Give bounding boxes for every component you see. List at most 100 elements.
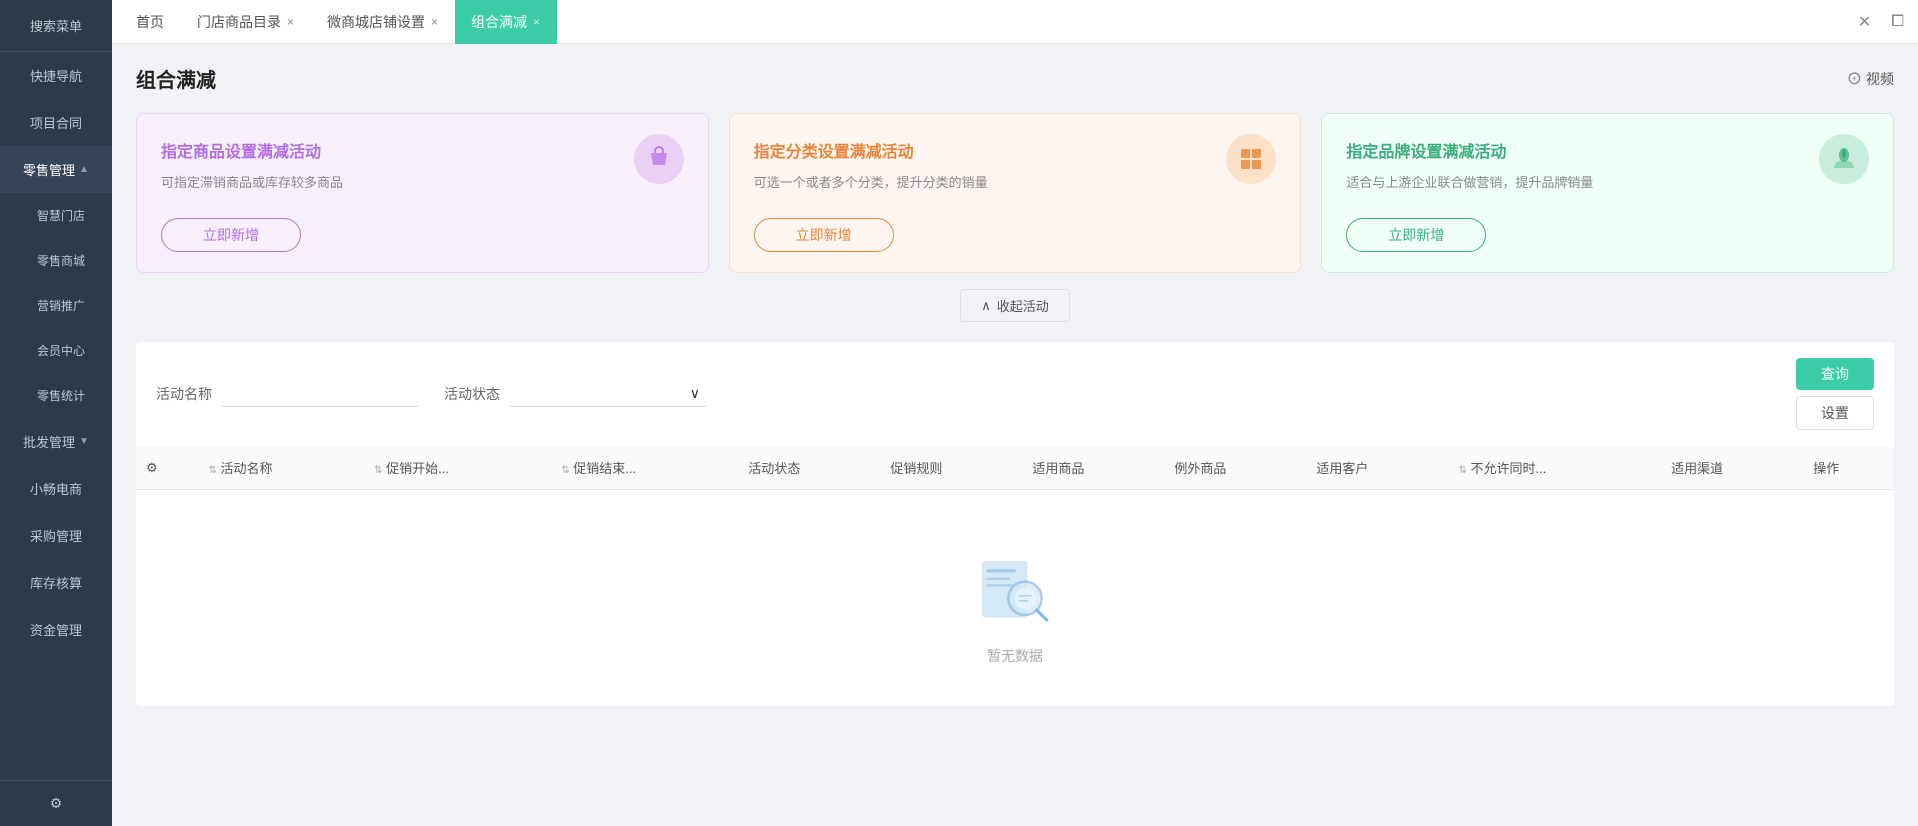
sidebar-item-purchase-mgmt[interactable]: 采购管理 [0,512,112,559]
sidebar-item-label: 智慧门店 [37,209,85,223]
tab-close-combo-discount[interactable]: × [533,15,540,29]
play-circle-icon: ⊙ [1847,68,1862,89]
category-card-title: 指定分类设置满减活动 [754,138,1277,162]
table-header-row: ⚙ ⇅ 活动名称 ⇅ 促销开始... ⇅ [136,446,1894,490]
sidebar-item-project-contract[interactable]: 项目合同 [0,99,112,146]
sidebar-item-label: 采购管理 [30,529,82,544]
tab-label: 组合满减 [471,12,527,32]
sidebar-item-label: 营销推广 [37,299,85,313]
th-applicable-customer: 适用客户 [1306,446,1448,490]
th-exception-goods: 例外商品 [1164,446,1306,490]
sidebar-item-label: 零售统计 [37,389,85,403]
sidebar-item-label: 资金管理 [30,623,82,638]
sort-icon: ⇅ [1458,465,1466,476]
sidebar-item-member-center[interactable]: 会员中心 [0,328,112,373]
filter-activity-status-label: 活动状态 [444,384,500,404]
page-content: 组合满减 ⊙ 视频 指定商品设置满减活动 可指定滞销商品或库存较多商品 立即新增 [112,44,1918,826]
filter-activity-name: 活动名称 [156,382,420,407]
maximize-window-button[interactable]: ⧠ [1885,13,1910,31]
tab-label: 门店商品目录 [197,12,281,32]
collapse-bar: ∧ 收起活动 [136,289,1894,322]
sidebar-search[interactable]: 搜索菜单 [0,0,112,52]
category-card-add-button[interactable]: 立即新增 [754,218,894,252]
th-promo-start[interactable]: ⇅ 促销开始... [364,446,551,490]
tab-close-store-catalog[interactable]: × [287,15,294,29]
th-promo-end[interactable]: ⇅ 促销结束... [551,446,738,490]
th-activity-name[interactable]: ⇅ 活动名称 [198,446,364,490]
sidebar-item-label: 会员中心 [37,344,85,358]
sidebar-item-quick-nav[interactable]: 快捷导航 [0,52,112,99]
sidebar-item-wholesale-mgmt[interactable]: 批发管理 ▼ [0,418,112,465]
category-card: 指定分类设置满减活动 可选一个或者多个分类，提升分类的销量 立即新增 [729,113,1302,273]
sidebar-item-label: 零售商城 [37,254,85,268]
filter-activity-status: 活动状态 ∨ [444,381,708,407]
activity-table: ⚙ ⇅ 活动名称 ⇅ 促销开始... ⇅ [136,446,1894,706]
video-link[interactable]: ⊙ 视频 [1847,68,1894,89]
sidebar-item-inventory[interactable]: 库存核算 [0,559,112,606]
gear-icon[interactable]: ⚙ [0,780,112,826]
empty-text: 暂无数据 [987,646,1043,666]
close-window-button[interactable]: ✕ [1852,12,1877,32]
tab-bar-actions: ✕ ⧠ [1852,12,1910,32]
sort-icon: ⇅ [561,465,569,476]
th-gear[interactable]: ⚙ [136,446,198,490]
sidebar-item-finance[interactable]: 资金管理 [0,606,112,653]
collapse-up-icon: ∧ [981,298,991,314]
brand-card: 指定品牌设置满减活动 适合与上游企业联合做营销，提升品牌销量 立即新增 [1321,113,1894,273]
brand-card-icon [1819,134,1869,184]
sidebar-item-retail-stats[interactable]: 零售统计 [0,373,112,418]
sidebar-item-retail-mall[interactable]: 零售商城 [0,238,112,283]
sort-icon: ⇅ [208,465,216,476]
brand-card-title: 指定品牌设置满减活动 [1346,138,1869,162]
chevron-down-icon: ▼ [79,436,89,447]
activity-name-input[interactable] [220,382,420,407]
sidebar-item-xiaochangec[interactable]: 小畅电商 [0,465,112,512]
filter-actions: 查询 设置 [1796,358,1874,430]
tab-close-wechat-store[interactable]: × [431,15,438,29]
sidebar-item-marketing[interactable]: 营销推广 [0,283,112,328]
product-card-icon [634,134,684,184]
sidebar-item-smart-store[interactable]: 智慧门店 [0,193,112,238]
category-card-desc: 可选一个或者多个分类，提升分类的销量 [754,172,1277,198]
page-title: 组合满减 [136,64,216,93]
gear-icon: ⚙ [146,460,158,475]
sidebar-bottom: ⚙ [0,780,112,826]
product-card-desc: 可指定滞销商品或库存较多商品 [161,172,684,198]
category-card-icon [1226,134,1276,184]
page-header: 组合满减 ⊙ 视频 [136,64,1894,93]
product-card-add-button[interactable]: 立即新增 [161,218,301,252]
setting-button[interactable]: 设置 [1796,396,1874,430]
th-activity-status: 活动状态 [738,446,880,490]
tab-wechat-store[interactable]: 微商城店铺设置 × [311,0,455,44]
th-not-allow-concurrent[interactable]: ⇅ 不允许同时... [1448,446,1661,490]
sort-icon: ⇅ [374,465,382,476]
table-body: 暂无数据 [136,490,1894,707]
sidebar-item-label: 项目合同 [30,116,82,131]
tab-home[interactable]: 首页 [120,0,181,44]
th-operations: 操作 [1803,446,1894,490]
filter-row: 活动名称 活动状态 ∨ 查询 设置 [136,342,1894,446]
sidebar: 搜索菜单 快捷导航 项目合同 零售管理 ▲ 智慧门店 零售商城 营销推广 会员中… [0,0,112,826]
query-button[interactable]: 查询 [1796,358,1874,390]
tab-bar: 首页 门店商品目录 × 微商城店铺设置 × 组合满减 × ✕ ⧠ [112,0,1918,44]
collapse-button[interactable]: ∧ 收起活动 [960,289,1070,322]
th-applicable-goods: 适用商品 [1022,446,1164,490]
sidebar-item-label: 库存核算 [30,576,82,591]
product-card-title: 指定商品设置满减活动 [161,138,684,162]
tab-label: 首页 [136,12,164,32]
product-card: 指定商品设置满减活动 可指定滞销商品或库存较多商品 立即新增 [136,113,709,273]
sidebar-item-label: 快捷导航 [30,69,82,84]
empty-illustration [965,550,1065,630]
brand-card-desc: 适合与上游企业联合做营销，提升品牌销量 [1346,172,1869,198]
activity-status-select[interactable]: ∨ [508,381,708,407]
sidebar-item-retail-management[interactable]: 零售管理 ▲ [0,146,112,193]
tab-store-catalog[interactable]: 门店商品目录 × [181,0,311,44]
main-content: 首页 门店商品目录 × 微商城店铺设置 × 组合满减 × ✕ ⧠ 组合满减 ⊙ … [112,0,1918,826]
tab-combo-discount[interactable]: 组合满减 × [455,0,557,44]
table-wrapper: ⚙ ⇅ 活动名称 ⇅ 促销开始... ⇅ [136,446,1894,706]
filter-table-section: 活动名称 活动状态 ∨ 查询 设置 [136,342,1894,706]
video-label: 视频 [1866,69,1894,89]
filter-activity-name-label: 活动名称 [156,384,212,404]
brand-card-add-button[interactable]: 立即新增 [1346,218,1486,252]
chevron-up-icon: ▲ [79,164,89,175]
